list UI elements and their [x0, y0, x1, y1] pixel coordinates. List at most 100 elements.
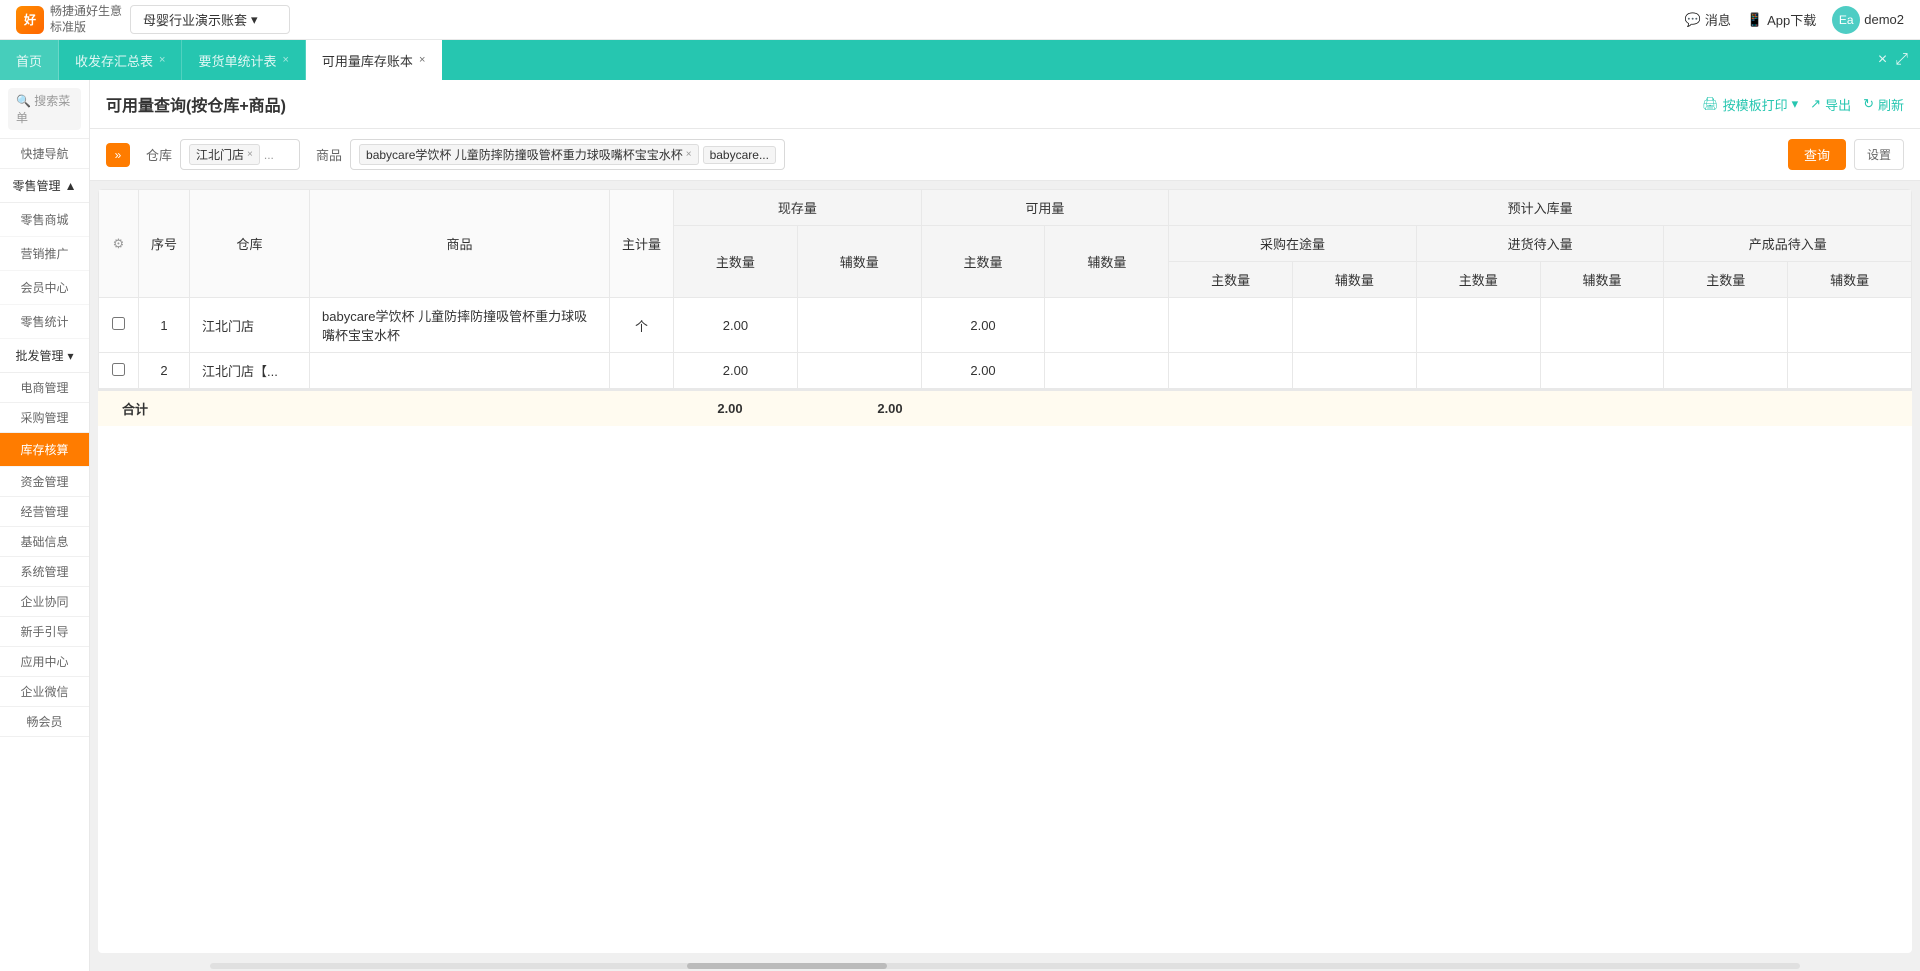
logo-icon: 好 [16, 6, 44, 34]
th-pur-main: 主数量 [1169, 262, 1293, 298]
tab-bar-actions: × ⤢ [1866, 40, 1920, 80]
tab-close-all-icon[interactable]: × [1878, 51, 1887, 69]
tab-order-stats[interactable]: 要货单统计表 × [182, 40, 305, 80]
scroll-track[interactable] [210, 963, 1800, 969]
th-inbound-waiting-group: 进货待入量 [1416, 226, 1664, 262]
warehouse-tag-close[interactable]: × [247, 149, 253, 160]
sidebar-item-system[interactable]: 系统管理 [0, 557, 89, 587]
th-checkbox[interactable]: ⚙ [99, 190, 139, 298]
sidebar-item-retail[interactable]: 零售管理 ▲ [0, 169, 89, 203]
query-btn[interactable]: 查询 [1788, 139, 1846, 170]
sidebar-search-area[interactable]: 🔍 搜索菜单 [0, 80, 89, 139]
app-download-btn[interactable]: 📱 App下载 [1747, 10, 1816, 29]
tab-receipt-summary[interactable]: 收发存汇总表 × [59, 40, 182, 80]
chevron-down-icon: ▾ [67, 349, 73, 363]
cell-checkbox[interactable] [99, 353, 139, 389]
sidebar-item-marketing[interactable]: 营销推广 [0, 237, 89, 271]
refresh-btn[interactable]: ↻ 刷新 [1863, 95, 1904, 114]
main-layout: 🔍 搜索菜单 快捷导航 零售管理 ▲ 零售商城 营销推广 会员中心 零售统计 批… [0, 80, 1920, 971]
th-avail-main: 主数量 [921, 226, 1045, 298]
top-bar-right: 💬 消息 📱 App下载 Ea demo2 [1685, 6, 1904, 34]
warehouse-tag-container[interactable]: 江北门店 × ... [180, 139, 300, 170]
content-area: 可用量查询(按仓库+商品) 🖨 按模板打印 ▾ ↗ 导出 ↻ 刷新 [90, 80, 1920, 971]
th-prod-main: 主数量 [1664, 262, 1788, 298]
cell-prod-main [1664, 298, 1788, 353]
warehouse-filter: 仓库 江北门店 × ... [146, 139, 300, 170]
th-stock-main: 主数量 [674, 226, 798, 298]
template-print-btn[interactable]: 🖨 按模板打印 ▾ [1702, 95, 1798, 114]
sidebar-item-enterprise[interactable]: 企业协同 [0, 587, 89, 617]
footer-label: 合计 [122, 399, 242, 418]
th-production-waiting-group: 产成品待入量 [1664, 226, 1912, 262]
cell-avail-main: 2.00 [921, 353, 1045, 389]
user-menu[interactable]: Ea demo2 [1832, 6, 1904, 34]
filter-expand-btn[interactable]: » [106, 143, 130, 167]
sidebar-item-retail-stats[interactable]: 零售统计 [0, 305, 89, 339]
sidebar-item-retail-mall[interactable]: 零售商城 [0, 203, 89, 237]
th-warehouse: 仓库 [190, 190, 310, 298]
messages-btn[interactable]: 💬 消息 [1685, 10, 1731, 29]
tab-home[interactable]: 首页 [0, 40, 59, 80]
tab-available-stock[interactable]: 可用量库存账本 × [306, 40, 442, 80]
cell-inbound-aux [1540, 298, 1664, 353]
tab-bar: 首页 收发存汇总表 × 要货单统计表 × 可用量库存账本 × × ⤢ [0, 40, 1920, 80]
stock-table: ⚙ 序号 仓库 商品 主计量 [98, 189, 1912, 389]
sidebar-item-finance[interactable]: 资金管理 [0, 467, 89, 497]
gear-icon[interactable]: ⚙ [113, 236, 125, 251]
th-num: 序号 [139, 190, 190, 298]
industry-selector[interactable]: 母婴行业演示账套 ▾ [130, 5, 290, 34]
page-title: 可用量查询(按仓库+商品) [106, 92, 286, 116]
table-row: 2 江北门店【... 2.00 2.00 [99, 353, 1912, 389]
sidebar-item-quick-nav[interactable]: 快捷导航 [0, 139, 89, 169]
cell-product [310, 353, 610, 389]
filter-actions: 查询 设置 [1788, 139, 1904, 170]
sidebar-item-ecommerce[interactable]: 电商管理 [0, 373, 89, 403]
cell-avail-aux [1045, 353, 1169, 389]
export-btn[interactable]: ↗ 导出 [1810, 95, 1851, 114]
sidebar-item-inventory[interactable]: 库存核算 [0, 433, 89, 467]
scroll-thumb[interactable] [687, 963, 887, 969]
sidebar-item-member[interactable]: 会员中心 [0, 271, 89, 305]
cell-num: 1 [139, 298, 190, 353]
sidebar-item-app-center[interactable]: 应用中心 [0, 647, 89, 677]
cell-inbound-main [1416, 353, 1540, 389]
product-tag-2: babycare... [703, 146, 776, 164]
cell-unit [610, 353, 674, 389]
sidebar-item-new-guide[interactable]: 新手引导 [0, 617, 89, 647]
search-icon: 🔍 [16, 94, 31, 108]
th-planned-inbound-group: 预计入库量 [1169, 190, 1912, 226]
product-tag-container[interactable]: babycare学饮杯 儿童防摔防撞吸管杯重力球吸嘴杯宝宝水杯 × babyca… [350, 139, 785, 170]
export-icon: ↗ [1810, 96, 1821, 112]
th-pur-aux: 辅数量 [1293, 262, 1417, 298]
th-inb-aux: 辅数量 [1540, 262, 1664, 298]
horizontal-scrollbar[interactable] [90, 961, 1920, 971]
sidebar-item-purchase[interactable]: 采购管理 [0, 403, 89, 433]
sidebar-item-vip[interactable]: 畅会员 [0, 707, 89, 737]
tab-expand-icon[interactable]: ⤢ [1895, 51, 1908, 69]
tab-close-order[interactable]: × [282, 54, 288, 66]
sidebar-item-wholesale[interactable]: 批发管理 ▾ [0, 339, 89, 373]
refresh-icon: ↻ [1863, 96, 1874, 112]
chevron-up-icon: ▲ [65, 179, 77, 193]
cell-avail-aux [1045, 298, 1169, 353]
cell-avail-main: 2.00 [921, 298, 1045, 353]
warehouse-more[interactable]: ... [264, 148, 274, 162]
sidebar-item-enterprise-wechat[interactable]: 企业微信 [0, 677, 89, 707]
search-input[interactable]: 🔍 搜索菜单 [8, 88, 81, 130]
product-label: 商品 [316, 145, 342, 164]
sidebar-item-operations[interactable]: 经营管理 [0, 497, 89, 527]
warehouse-label: 仓库 [146, 145, 172, 164]
filter-bar: » 仓库 江北门店 × ... 商品 babycare学饮杯 儿童防摔防撞吸管杯… [90, 129, 1920, 181]
product-tag-1-close[interactable]: × [686, 149, 692, 160]
tab-close-available[interactable]: × [419, 54, 425, 66]
settings-btn[interactable]: 设置 [1854, 139, 1904, 170]
tab-close-receipt[interactable]: × [159, 54, 165, 66]
download-icon: 📱 [1747, 12, 1763, 28]
th-inb-main: 主数量 [1416, 262, 1540, 298]
cell-pur-transit-main [1169, 353, 1293, 389]
cell-prod-main [1664, 353, 1788, 389]
cell-prod-aux [1788, 298, 1912, 353]
th-main-unit: 主计量 [610, 190, 674, 298]
sidebar-item-base-info[interactable]: 基础信息 [0, 527, 89, 557]
cell-checkbox[interactable] [99, 298, 139, 353]
